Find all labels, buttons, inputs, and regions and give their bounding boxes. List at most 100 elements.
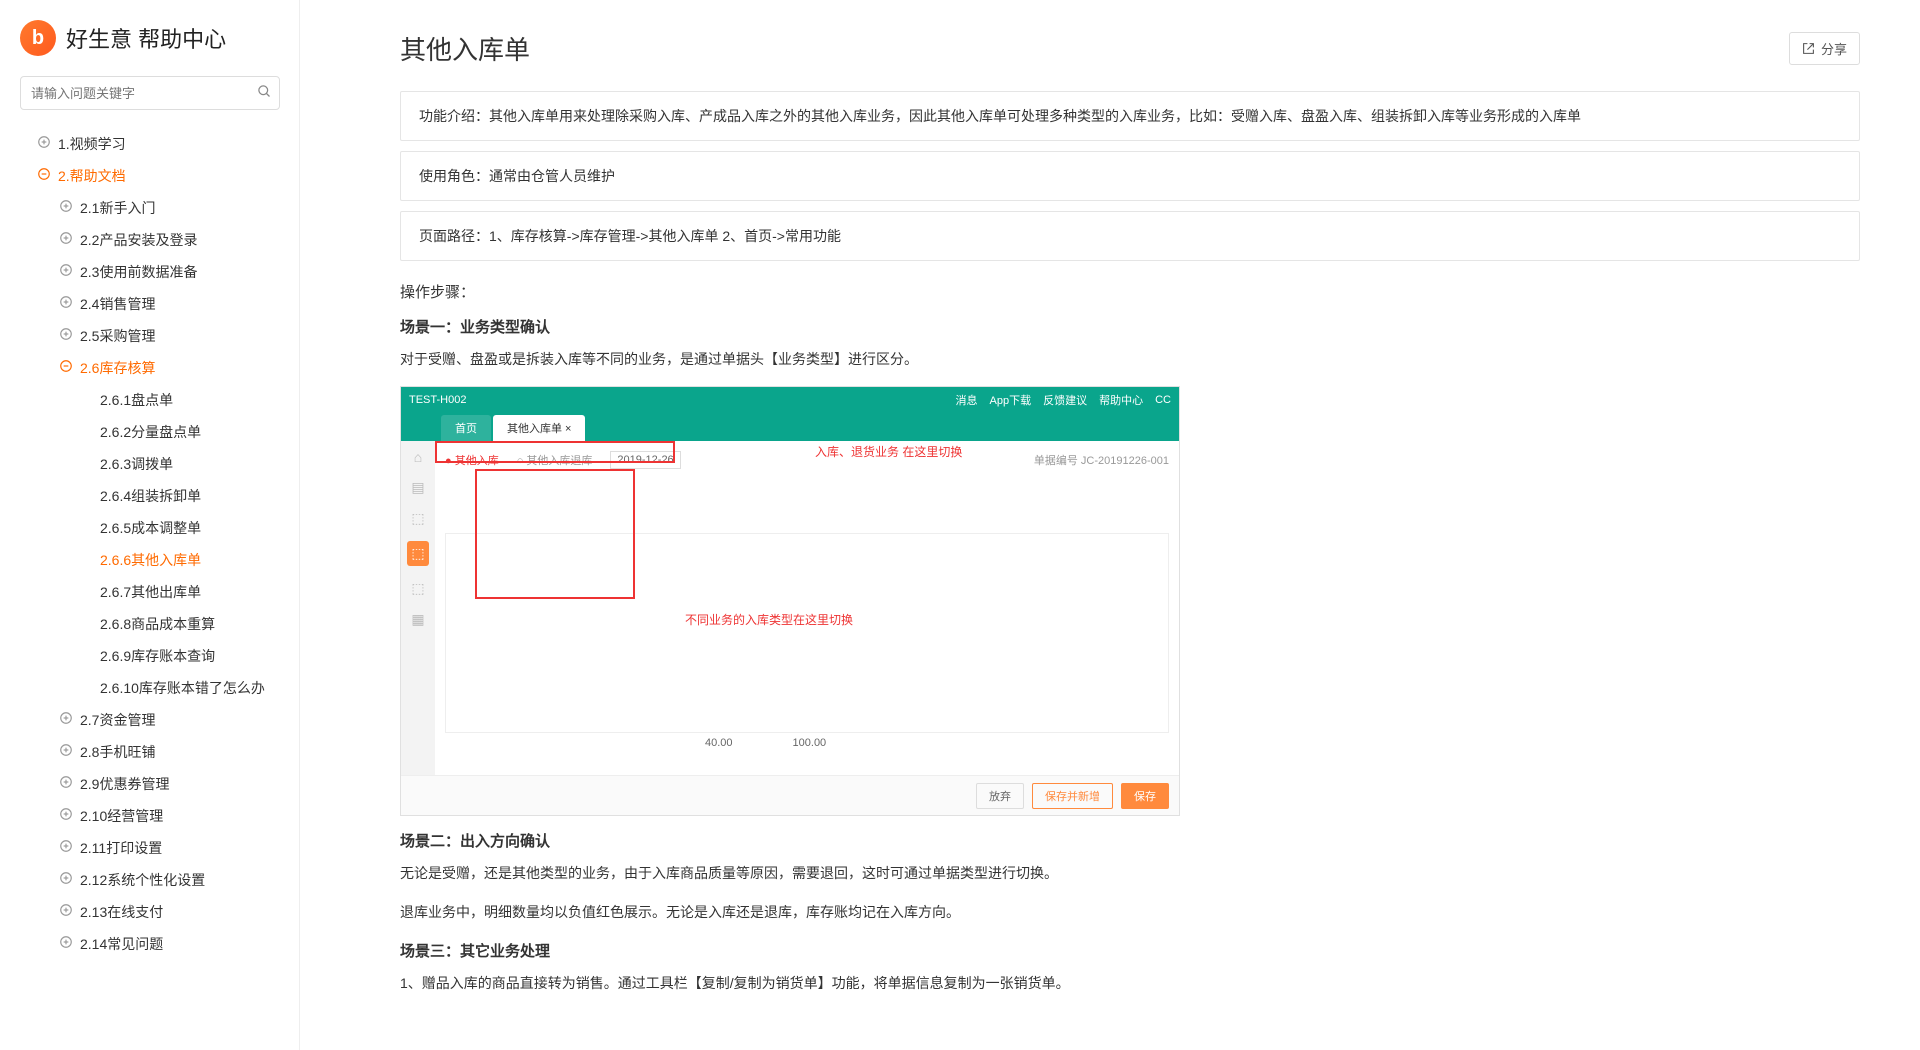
expand-icon[interactable] [58, 230, 74, 246]
sidebar-item-label[interactable]: 2.6.5成本调整单 [100, 520, 201, 536]
sidebar-item[interactable]: 2.6.4组装拆卸单 [20, 480, 299, 512]
search-icon[interactable] [257, 84, 272, 102]
share-button[interactable]: 分享 [1789, 32, 1860, 65]
sidebar-item[interactable]: 2.6.6其他入库单 [20, 544, 299, 576]
steps-title: 操作步骤： [400, 281, 1860, 302]
sidebar-item-label[interactable]: 2.7资金管理 [80, 712, 155, 728]
logo-text: 好生意 帮助中心 [66, 22, 226, 54]
sidebar-item[interactable]: 2.6.1盘点单 [20, 384, 299, 416]
sidebar-item[interactable]: 2.13在线支付 [20, 896, 299, 928]
sidebar-item-label[interactable]: 2.2产品安装及登录 [80, 232, 197, 248]
intro-text: 其他入库单用来处理除采购入库、产成品入库之外的其他入库业务，因此其他入库单可处理… [489, 108, 1581, 124]
sidebar-item-label[interactable]: 2.6.9库存账本查询 [100, 648, 215, 664]
expand-icon[interactable] [58, 294, 74, 310]
scene2-title: 场景二：出入方向确认 [400, 830, 1860, 851]
expand-icon[interactable] [58, 902, 74, 918]
tree-spacer [78, 549, 94, 565]
ss-btn-discard: 放弃 [976, 783, 1024, 809]
sidebar-item-label[interactable]: 2.5采购管理 [80, 328, 155, 344]
sidebar-item[interactable]: 2.6.9库存账本查询 [20, 640, 299, 672]
expand-icon[interactable] [36, 134, 52, 150]
expand-icon[interactable] [58, 262, 74, 278]
ss-account: TEST-H002 [409, 394, 466, 406]
expand-icon[interactable] [58, 326, 74, 342]
sidebar-item-label[interactable]: 2.6.7其他出库单 [100, 584, 201, 600]
sidebar-item-label[interactable]: 2.8手机旺铺 [80, 744, 155, 760]
sidebar-item[interactable]: 1.视频学习 [20, 128, 299, 160]
page-title: 其他入库单 [400, 30, 530, 67]
scene1-text: 对于受赠、盘盈或是拆装入库等不同的业务，是通过单据头【业务类型】进行区分。 [400, 347, 1860, 372]
sidebar-item-label[interactable]: 2.13在线支付 [80, 904, 163, 920]
sidebar-item[interactable]: 2.1新手入门 [20, 192, 299, 224]
sidebar-item-label[interactable]: 2.6.3调拨单 [100, 456, 173, 472]
sidebar-item-label[interactable]: 2.6.10库存账本错了怎么办 [100, 680, 265, 696]
sidebar-item[interactable]: 2.5采购管理 [20, 320, 299, 352]
ss-app-icon: App下载 [990, 392, 1032, 408]
sidebar-item-label[interactable]: 2.6.2分量盘点单 [100, 424, 201, 440]
nav-tree: 1.视频学习 2.帮助文档 2.1新手入门 2.2产品安装及登录 2.3使用前数据准备 2… [20, 128, 299, 960]
expand-icon[interactable] [58, 838, 74, 854]
sidebar-item[interactable]: 2.4销售管理 [20, 288, 299, 320]
search-input[interactable] [20, 76, 280, 110]
sidebar-item-label[interactable]: 2.6.1盘点单 [100, 392, 173, 408]
sidebar-item[interactable]: 2.14常见问题 [20, 928, 299, 960]
sidebar-item[interactable]: 2.6库存核算 [20, 352, 299, 384]
sidebar-item-label[interactable]: 2.1新手入门 [80, 200, 155, 216]
tree-spacer [78, 645, 94, 661]
collapse-icon[interactable] [58, 358, 74, 374]
scene1-title: 场景一：业务类型确认 [400, 316, 1860, 337]
expand-icon[interactable] [58, 806, 74, 822]
sidebar-item-label[interactable]: 1.视频学习 [58, 136, 126, 152]
sidebar-item-label[interactable]: 2.6.6其他入库单 [100, 552, 201, 568]
sidebar-item-label[interactable]: 2.6.4组装拆卸单 [100, 488, 201, 504]
sidebar-item-label[interactable]: 2.9优惠券管理 [80, 776, 169, 792]
ss-docno: JC-20191226-001 [1081, 455, 1169, 467]
sidebar-item-label[interactable]: 2.6库存核算 [80, 360, 155, 376]
logo-icon: b [20, 20, 56, 56]
expand-icon[interactable] [58, 742, 74, 758]
ss-highlight-1 [435, 441, 675, 463]
sidebar-item-label[interactable]: 2.帮助文档 [58, 168, 126, 184]
sidebar-item-label[interactable]: 2.11打印设置 [80, 840, 162, 856]
sidebar-item[interactable]: 2.3使用前数据准备 [20, 256, 299, 288]
sidebar: b 好生意 帮助中心 1.视频学习 2.帮助文档 2.1新手入门 2.2产品安装及登录… [0, 0, 300, 1050]
sidebar-item[interactable]: 2.6.3调拨单 [20, 448, 299, 480]
sidebar-item-label[interactable]: 2.12系统个性化设置 [80, 872, 205, 888]
path-text: 1、库存核算->库存管理->其他入库单 2、首页->常用功能 [489, 228, 841, 244]
expand-icon[interactable] [58, 774, 74, 790]
sidebar-item-label[interactable]: 2.4销售管理 [80, 296, 155, 312]
tree-spacer [78, 517, 94, 533]
sidebar-item[interactable]: 2.9优惠券管理 [20, 768, 299, 800]
expand-icon[interactable] [58, 934, 74, 950]
ss-annot1: 入库、退货业务 在这里切换 [815, 443, 962, 460]
tree-spacer [78, 677, 94, 693]
ss-total-qty: 40.00 [705, 737, 733, 749]
sidebar-item[interactable]: 2.帮助文档 [20, 160, 299, 192]
tree-spacer [78, 453, 94, 469]
tree-spacer [78, 421, 94, 437]
collapse-icon[interactable] [36, 166, 52, 182]
expand-icon[interactable] [58, 198, 74, 214]
sidebar-item[interactable]: 2.11打印设置 [20, 832, 299, 864]
sidebar-item-label[interactable]: 2.6.8商品成本重算 [100, 616, 215, 632]
ss-msg-icon: 消息 [956, 392, 978, 408]
sidebar-item[interactable]: 2.6.8商品成本重算 [20, 608, 299, 640]
ss-left-nav: ⌂▤⬚⬚⬚▦ [401, 441, 435, 775]
sidebar-item[interactable]: 2.2产品安装及登录 [20, 224, 299, 256]
sidebar-item[interactable]: 2.6.10库存账本错了怎么办 [20, 672, 299, 704]
sidebar-item[interactable]: 2.7资金管理 [20, 704, 299, 736]
expand-icon[interactable] [58, 870, 74, 886]
sidebar-item[interactable]: 2.6.2分量盘点单 [20, 416, 299, 448]
sidebar-item[interactable]: 2.12系统个性化设置 [20, 864, 299, 896]
sidebar-item[interactable]: 2.8手机旺铺 [20, 736, 299, 768]
sidebar-item-label[interactable]: 2.3使用前数据准备 [80, 264, 197, 280]
sidebar-item-label[interactable]: 2.10经营管理 [80, 808, 163, 824]
sidebar-item[interactable]: 2.6.5成本调整单 [20, 512, 299, 544]
sidebar-item[interactable]: 2.6.7其他出库单 [20, 576, 299, 608]
expand-icon[interactable] [58, 710, 74, 726]
ss-tab-home: 首页 [441, 415, 491, 441]
ss-tab-doc: 其他入库单 × [493, 415, 585, 441]
tree-spacer [78, 613, 94, 629]
sidebar-item-label[interactable]: 2.14常见问题 [80, 936, 163, 952]
sidebar-item[interactable]: 2.10经营管理 [20, 800, 299, 832]
